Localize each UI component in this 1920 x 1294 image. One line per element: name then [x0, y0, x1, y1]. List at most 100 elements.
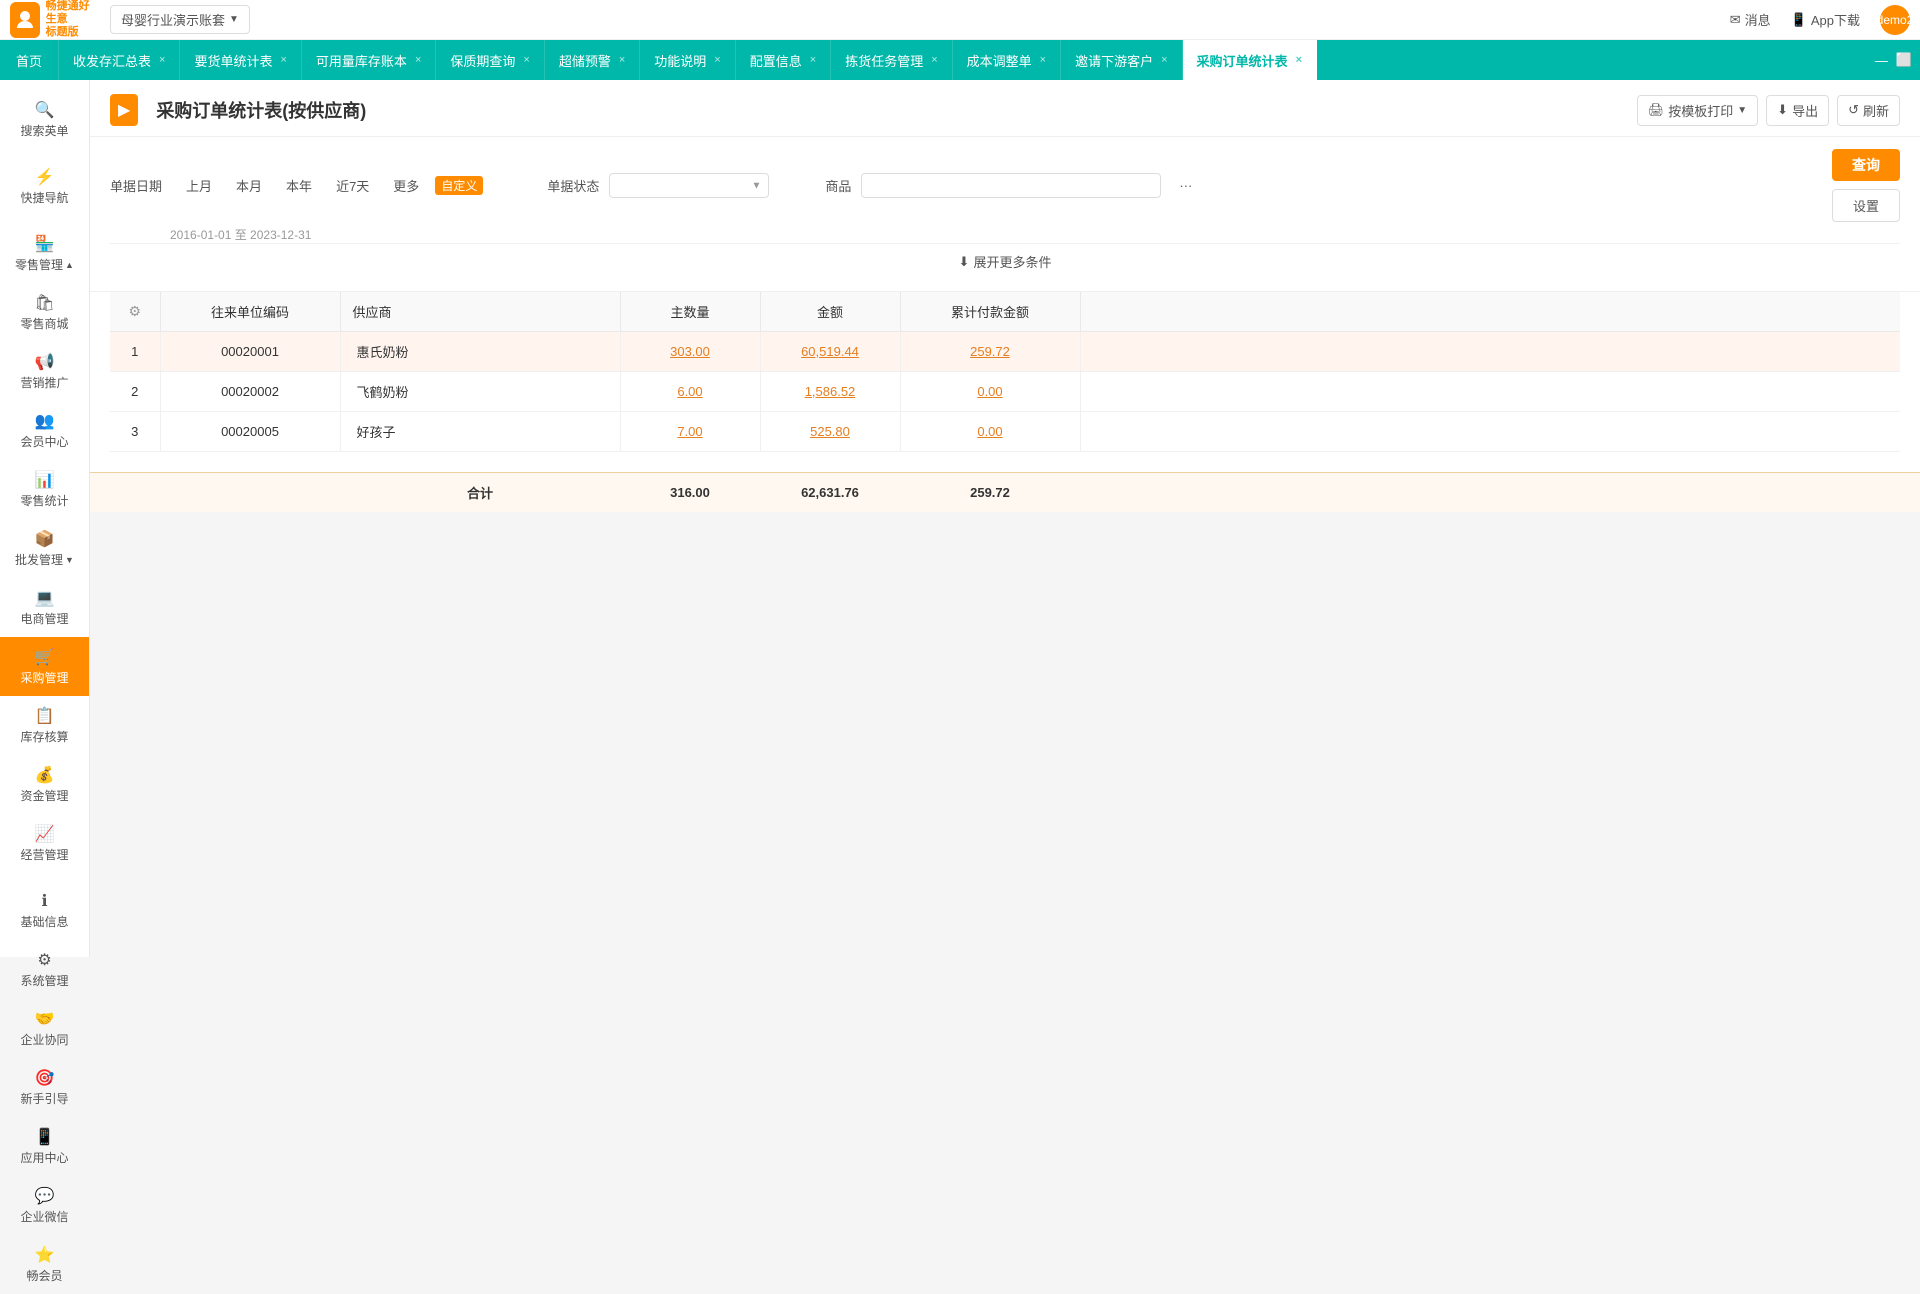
close-tab-warranty[interactable]: ×: [523, 54, 529, 66]
retail-stats-icon: 📊: [35, 470, 55, 490]
row-3-qty[interactable]: 7.00: [620, 412, 760, 452]
goods-filter-label: 商品: [825, 176, 851, 195]
date-btn-last-month[interactable]: 上月: [178, 174, 220, 197]
ecommerce-icon: 💻: [35, 588, 55, 608]
sidebar-item-inventory[interactable]: 📋 库存核算: [0, 696, 89, 755]
date-btn-7days[interactable]: 近7天: [328, 174, 377, 197]
row-3-paid[interactable]: 0.00: [900, 412, 1080, 452]
sidebar-item-retail-shop[interactable]: 🛍 零售商城: [0, 283, 89, 342]
close-tab-receive-summary[interactable]: ×: [159, 54, 165, 66]
workspace-selector[interactable]: 母婴行业演示账套 ▼: [110, 5, 250, 34]
row-3-amount[interactable]: 525.80: [760, 412, 900, 452]
tab-cost-adjust[interactable]: 成本调整单 ×: [953, 40, 1061, 80]
printer-icon: 🖨: [1648, 102, 1665, 118]
free-member-icon: ⭐: [35, 1245, 55, 1265]
tab-function-desc[interactable]: 功能说明 ×: [640, 40, 735, 80]
close-tab-goods-summary[interactable]: ×: [280, 54, 286, 66]
marketing-icon: 📢: [35, 352, 55, 372]
sidebar-item-member-center[interactable]: 👥 会员中心: [0, 401, 89, 460]
refresh-button[interactable]: ↺ 刷新: [1837, 95, 1900, 126]
search-icon: 🔍: [35, 100, 55, 120]
settings-button[interactable]: 设置: [1832, 189, 1900, 222]
content-area: ▶ 采购订单统计表(按供应商) 🖨 按模板打印 ▼ ⬇ 导出 ↺: [90, 80, 1920, 957]
sidebar-item-quick-nav[interactable]: ⚡ 快捷导航: [0, 157, 89, 216]
custom-date-tag[interactable]: 自定义: [435, 176, 483, 195]
toggle-filter-button[interactable]: ▶: [110, 94, 138, 126]
row-1-paid[interactable]: 259.72: [900, 332, 1080, 372]
sidebar-item-free-member[interactable]: ⭐ 畅会员: [0, 1235, 89, 1294]
tab-purchase-summary[interactable]: 采购订单统计表 ×: [1183, 40, 1317, 80]
close-tab-overstock[interactable]: ×: [619, 54, 625, 66]
tab-invite-downstream[interactable]: 邀请下游客户 ×: [1061, 40, 1182, 80]
page-content: ▶ 采购订单统计表(按供应商) 🖨 按模板打印 ▼ ⬇ 导出 ↺: [90, 80, 1920, 512]
sidebar-item-wholesale-mgmt[interactable]: 📦 批发管理 ▼: [0, 519, 89, 578]
query-button[interactable]: 查询: [1832, 149, 1900, 181]
tab-overstock-warning[interactable]: 超储预警 ×: [545, 40, 640, 80]
close-tab-cost-adjust[interactable]: ×: [1040, 54, 1046, 66]
message-button[interactable]: ✉ 消息: [1730, 10, 1771, 29]
sidebar-item-operations[interactable]: 📈 经营管理: [0, 814, 89, 873]
sidebar-item-new-guide[interactable]: 🎯 新手引导: [0, 1058, 89, 1117]
status-select[interactable]: [609, 173, 769, 198]
sidebar-item-retail-mgmt[interactable]: 🏪 零售管理 ▲: [0, 224, 89, 283]
table-footer: 合计 316.00 62,631.76 259.72: [90, 472, 1920, 512]
filter-actions: 查询 设置: [1832, 149, 1900, 222]
goods-more-btn[interactable]: ···: [1179, 178, 1192, 193]
close-tab-function-desc[interactable]: ×: [714, 54, 720, 66]
retail-mgmt-icon: 🏪: [35, 234, 55, 254]
row-2-paid[interactable]: 0.00: [900, 372, 1080, 412]
template-print-button[interactable]: 🖨 按模板打印 ▼: [1637, 95, 1758, 126]
expand-more-conditions[interactable]: ⬇ 展开更多条件: [110, 243, 1900, 279]
sidebar-item-marketing[interactable]: 📢 营销推广: [0, 342, 89, 401]
close-tab-invite-downstream[interactable]: ×: [1161, 54, 1167, 66]
sidebar-item-basic-info[interactable]: ℹ 基础信息: [0, 881, 89, 940]
th-supplier: 供应商: [340, 292, 620, 332]
workspace-chevron-icon: ▼: [229, 14, 239, 25]
data-table: ⚙ 往来单位编码 供应商 主数量 金额 累计付款金额 1: [110, 292, 1900, 452]
tab-goods-summary[interactable]: 要货单统计表 ×: [180, 40, 301, 80]
sidebar-item-enterprise[interactable]: 🤝 企业协同: [0, 999, 89, 1058]
tab-warranty-query[interactable]: 保质期查询 ×: [436, 40, 544, 80]
date-btn-this-year[interactable]: 本年: [278, 174, 320, 197]
tab-available-stock[interactable]: 可用量库存账本 ×: [302, 40, 436, 80]
quick-nav-icon: ⚡: [35, 167, 55, 187]
tab-config-info[interactable]: 配置信息 ×: [736, 40, 831, 80]
nav-maximize-icon[interactable]: ⬜: [1896, 52, 1912, 68]
export-button[interactable]: ⬇ 导出: [1766, 95, 1829, 126]
sidebar-item-ecommerce[interactable]: 💻 电商管理: [0, 578, 89, 637]
row-2-supplier: 飞鹤奶粉: [340, 372, 620, 412]
tab-pick-task[interactable]: 拣货任务管理 ×: [831, 40, 952, 80]
user-menu[interactable]: demo2: [1880, 5, 1910, 35]
close-tab-pick-task[interactable]: ×: [931, 54, 937, 66]
row-1-code: 00020001: [160, 332, 340, 372]
goods-input[interactable]: [861, 173, 1161, 198]
column-settings-icon[interactable]: ⚙: [128, 303, 141, 319]
date-btn-this-month[interactable]: 本月: [228, 174, 270, 197]
th-code: 往来单位编码: [160, 292, 340, 332]
logo-icon: [10, 2, 40, 38]
system-mgmt-icon: ⚙: [37, 950, 51, 970]
nav-minimize-icon[interactable]: —: [1875, 53, 1888, 68]
sidebar-item-retail-stats[interactable]: 📊 零售统计: [0, 460, 89, 519]
close-tab-config-info[interactable]: ×: [810, 54, 816, 66]
sidebar-item-purchase-mgmt[interactable]: 🛒 采购管理: [0, 637, 89, 696]
export-icon: ⬇: [1777, 102, 1788, 118]
close-tab-available-stock[interactable]: ×: [415, 54, 421, 66]
row-1-qty[interactable]: 303.00: [620, 332, 760, 372]
sidebar-item-search[interactable]: 🔍 搜索英单: [0, 90, 89, 149]
row-2-qty[interactable]: 6.00: [620, 372, 760, 412]
row-2-amount[interactable]: 1,586.52: [760, 372, 900, 412]
close-tab-purchase-summary[interactable]: ×: [1296, 54, 1302, 66]
sidebar-item-enterprise-wechat[interactable]: 💬 企业微信: [0, 1176, 89, 1235]
app-download-button[interactable]: 📱 App下载: [1791, 10, 1860, 29]
header-actions: 🖨 按模板打印 ▼ ⬇ 导出 ↺ 刷新: [1637, 95, 1900, 126]
sidebar-item-app-center[interactable]: 📱 应用中心: [0, 1117, 89, 1176]
tab-receive-summary[interactable]: 收发存汇总表 ×: [59, 40, 180, 80]
tab-home[interactable]: 首页: [0, 40, 59, 80]
row-1-amount[interactable]: 60,519.44: [760, 332, 900, 372]
row-2-rest: [1080, 372, 1900, 412]
sidebar-item-finance[interactable]: 💰 资金管理: [0, 755, 89, 814]
sidebar-item-system-mgmt[interactable]: ⚙ 系统管理: [0, 940, 89, 999]
date-btn-more[interactable]: 更多: [385, 174, 427, 197]
finance-icon: 💰: [35, 765, 55, 785]
